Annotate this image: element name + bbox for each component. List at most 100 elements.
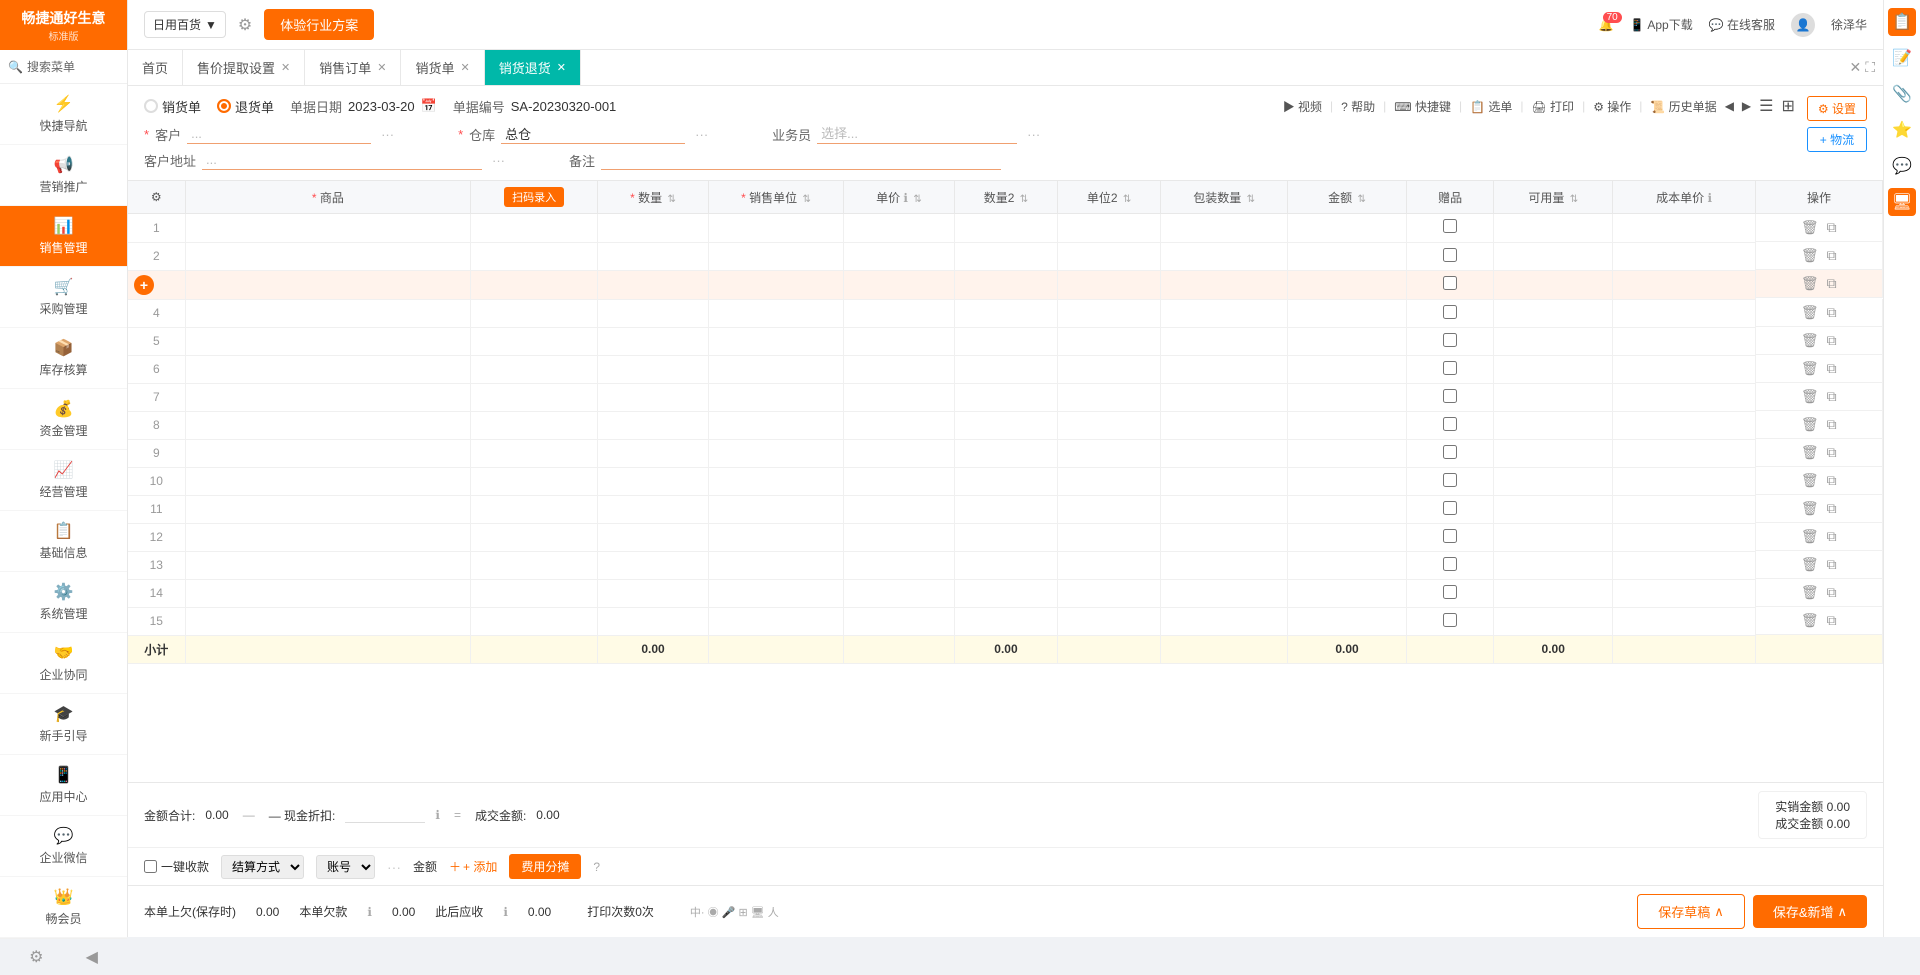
amount-cell-13[interactable] bbox=[1288, 551, 1407, 579]
col-settings[interactable]: ⚙ bbox=[128, 181, 185, 214]
delete-row-btn-3[interactable]: 🗑 bbox=[1801, 275, 1819, 292]
amount-cell-5[interactable] bbox=[1288, 327, 1407, 355]
maximize-icon[interactable]: ⛶ bbox=[1865, 59, 1875, 76]
quantity-cell-2[interactable] bbox=[598, 242, 709, 270]
delete-row-btn-10[interactable]: 🗑 bbox=[1801, 472, 1819, 489]
unit-cell-3[interactable] bbox=[709, 270, 844, 299]
gift-cell-7[interactable] bbox=[1407, 383, 1494, 411]
address-input[interactable] bbox=[202, 150, 482, 170]
scan-btn[interactable]: 扫码录入 bbox=[504, 187, 564, 207]
gift-cell-10[interactable] bbox=[1407, 467, 1494, 495]
customer-dots[interactable]: ··· bbox=[381, 127, 394, 142]
pack-qty-cell-11[interactable] bbox=[1161, 495, 1288, 523]
tab-sales-return[interactable]: 销货退货 ✕ bbox=[485, 50, 581, 85]
avail-sort-icon[interactable]: ⇅ bbox=[1570, 194, 1578, 205]
tab-sales-order[interactable]: 销售订单 ✕ bbox=[305, 50, 401, 85]
product-input-3[interactable] bbox=[192, 278, 465, 292]
amount-cell-9[interactable] bbox=[1288, 439, 1407, 467]
price-cell-3[interactable] bbox=[843, 270, 954, 299]
pack-qty-cell-4[interactable] bbox=[1161, 299, 1288, 327]
payment-method-select[interactable]: 结算方式 bbox=[221, 855, 304, 879]
unit-cell-14[interactable] bbox=[709, 579, 844, 607]
amount-cell-1[interactable] bbox=[1288, 214, 1407, 243]
unit-cell-6[interactable] bbox=[709, 355, 844, 383]
history-btn[interactable]: 📜 历史单据 bbox=[1650, 98, 1716, 115]
pack-qty-cell-6[interactable] bbox=[1161, 355, 1288, 383]
one-click-payment-input[interactable] bbox=[144, 860, 157, 873]
prev-record-icon[interactable]: ◀ bbox=[1725, 99, 1734, 113]
gift-cell-13[interactable] bbox=[1407, 551, 1494, 579]
date-value[interactable]: 2023-03-20 bbox=[348, 99, 415, 114]
price-cell-10[interactable] bbox=[843, 467, 954, 495]
gift-checkbox-3[interactable] bbox=[1443, 276, 1457, 290]
qty2-cell-7[interactable] bbox=[954, 383, 1057, 411]
quantity-sort-icon[interactable]: ⇅ bbox=[668, 194, 676, 205]
amount-cell-6[interactable] bbox=[1288, 355, 1407, 383]
unit-cell-5[interactable] bbox=[709, 327, 844, 355]
sidebar-item-marketing[interactable]: 📢 营销推广 bbox=[0, 145, 127, 206]
unit-sort-icon[interactable]: ⇅ bbox=[802, 194, 810, 205]
gift-checkbox-11[interactable] bbox=[1443, 501, 1457, 515]
customer-input[interactable] bbox=[187, 124, 371, 144]
sidebar-item-basic-info[interactable]: 📋 基础信息 bbox=[0, 511, 127, 572]
sidebar-item-enterprise[interactable]: 🤝 企业协同 bbox=[0, 633, 127, 694]
pack-qty-cell-14[interactable] bbox=[1161, 579, 1288, 607]
app-download-link[interactable]: 📱 App下载 bbox=[1630, 16, 1693, 33]
amount-cell-11[interactable] bbox=[1288, 495, 1407, 523]
pack-qty-cell-5[interactable] bbox=[1161, 327, 1288, 355]
radio-sale[interactable]: 销货单 bbox=[144, 97, 201, 116]
delete-row-btn-7[interactable]: 🗑 bbox=[1801, 388, 1819, 405]
gift-cell-9[interactable] bbox=[1407, 439, 1494, 467]
amount-cell-4[interactable] bbox=[1288, 299, 1407, 327]
quantity-cell-6[interactable] bbox=[598, 355, 709, 383]
logistics-side-btn[interactable]: + 物流 bbox=[1807, 127, 1867, 152]
add-row-btn[interactable]: + bbox=[134, 275, 154, 295]
unit2-cell-15[interactable] bbox=[1058, 607, 1161, 635]
gift-cell-14[interactable] bbox=[1407, 579, 1494, 607]
unit-cell-7[interactable] bbox=[709, 383, 844, 411]
sidebar-item-appstore[interactable]: 📱 应用中心 bbox=[0, 755, 127, 816]
pack-qty-cell-8[interactable] bbox=[1161, 411, 1288, 439]
quantity-cell-4[interactable] bbox=[598, 299, 709, 327]
sidebar-item-quick-nav[interactable]: ⚡ 快捷导航 bbox=[0, 84, 127, 145]
grid-view-icon[interactable]: ⊞ bbox=[1782, 96, 1795, 116]
quantity-cell-13[interactable] bbox=[598, 551, 709, 579]
copy-row-btn-5[interactable]: ⧉ bbox=[1827, 332, 1837, 349]
copy-row-btn-1[interactable]: ⧉ bbox=[1827, 219, 1837, 236]
price-cell-9[interactable] bbox=[843, 439, 954, 467]
category-select[interactable]: 日用百货 ▼ bbox=[144, 11, 226, 38]
gift-checkbox-2[interactable] bbox=[1443, 248, 1457, 262]
unit2-cell-5[interactable] bbox=[1058, 327, 1161, 355]
sidebar-item-system[interactable]: ⚙️ 系统管理 bbox=[0, 572, 127, 633]
gift-checkbox-1[interactable] bbox=[1443, 219, 1457, 233]
quantity-cell-15[interactable] bbox=[598, 607, 709, 635]
pack-qty-cell-3[interactable] bbox=[1161, 270, 1288, 299]
unit2-cell-12[interactable] bbox=[1058, 523, 1161, 551]
pack-qty-cell-15[interactable] bbox=[1161, 607, 1288, 635]
qty2-cell-10[interactable] bbox=[954, 467, 1057, 495]
sidebar-item-finance[interactable]: 💰 资金管理 bbox=[0, 389, 127, 450]
copy-row-btn-2[interactable]: ⧉ bbox=[1827, 247, 1837, 264]
sidebar-item-newbie[interactable]: 🎓 新手引导 bbox=[0, 694, 127, 755]
copy-row-btn-3[interactable]: ⧉ bbox=[1827, 275, 1837, 292]
pack-qty-cell-1[interactable] bbox=[1161, 214, 1288, 243]
copy-row-btn-12[interactable]: ⧉ bbox=[1827, 528, 1837, 545]
gift-cell-8[interactable] bbox=[1407, 411, 1494, 439]
right-panel-icon-6[interactable]: 🖥 bbox=[1888, 188, 1916, 216]
gift-checkbox-12[interactable] bbox=[1443, 529, 1457, 543]
gift-cell-2[interactable] bbox=[1407, 242, 1494, 270]
salesperson-dots[interactable]: ··· bbox=[1027, 127, 1040, 142]
delete-row-btn-9[interactable]: 🗑 bbox=[1801, 444, 1819, 461]
warehouse-dots[interactable]: ··· bbox=[695, 127, 708, 142]
unit2-cell-11[interactable] bbox=[1058, 495, 1161, 523]
collapse-icon[interactable]: ◀ bbox=[86, 947, 98, 967]
unit2-cell-2[interactable] bbox=[1058, 242, 1161, 270]
unit-cell-10[interactable] bbox=[709, 467, 844, 495]
unit-cell-12[interactable] bbox=[709, 523, 844, 551]
amount-sort-icon[interactable]: ⇅ bbox=[1358, 194, 1366, 205]
right-panel-icon-1[interactable]: 📋 bbox=[1888, 8, 1916, 36]
unit2-cell-4[interactable] bbox=[1058, 299, 1161, 327]
delete-row-btn-1[interactable]: 🗑 bbox=[1801, 219, 1819, 236]
remark-input[interactable] bbox=[601, 150, 1001, 170]
trial-button[interactable]: 体验行业方案 bbox=[264, 9, 374, 40]
